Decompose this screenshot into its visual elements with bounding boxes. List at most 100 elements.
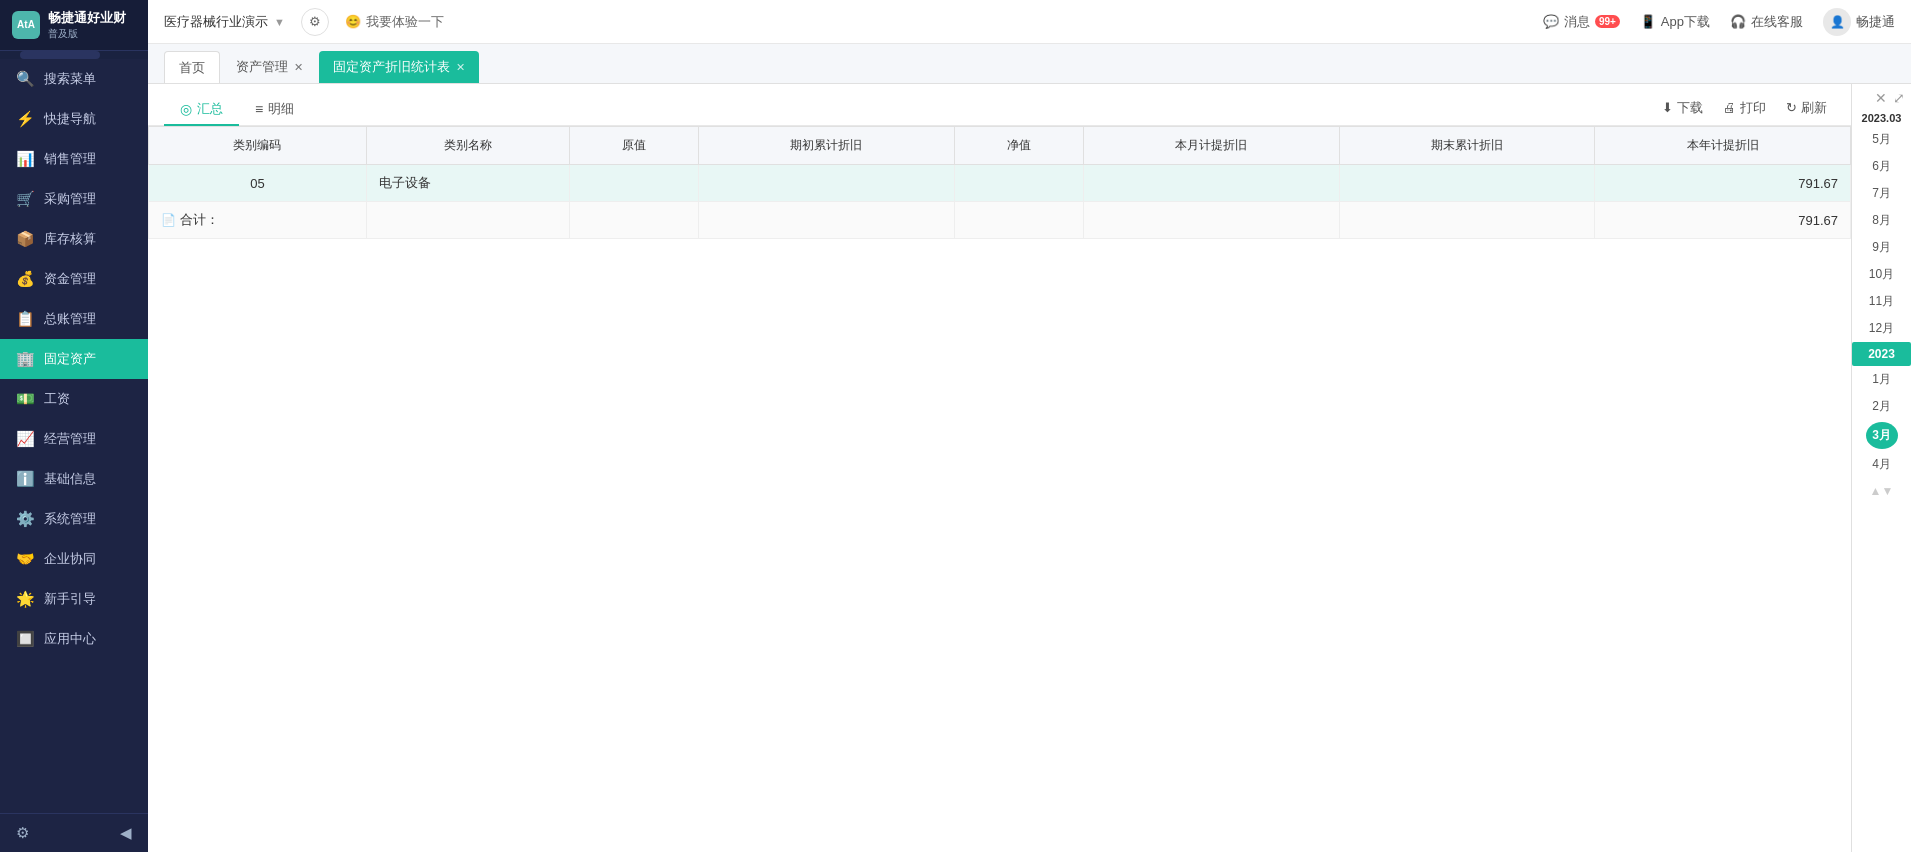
user-label: 畅捷通 [1856, 13, 1895, 31]
down-arrow-icon[interactable]: ▼ [1882, 484, 1894, 498]
depreciation-table: 类别编码 类别名称 原值 期初累计折旧 净值 本月计提折旧 期末累计折旧 本年计… [148, 126, 1851, 239]
ledger-icon: 📋 [16, 310, 34, 328]
col-original-value: 原值 [569, 127, 698, 165]
cell-name: 电子设备 [366, 165, 569, 202]
refresh-button[interactable]: ↻ 刷新 [1778, 95, 1835, 121]
inner-tab-summary[interactable]: ◎ 汇总 [164, 94, 239, 126]
collapse-icon[interactable]: ◀ [120, 824, 132, 842]
sidebar-label-basic-info: 基础信息 [44, 470, 96, 488]
sidebar-label-sales: 销售管理 [44, 150, 96, 168]
sidebar-label-operation: 经营管理 [44, 430, 96, 448]
month-8[interactable]: 8月 [1852, 207, 1911, 234]
month-3-selected[interactable]: 3月 [1866, 422, 1898, 449]
cell-yearly-depreciation: 791.67 [1595, 165, 1851, 202]
download-button[interactable]: ⬇ 下载 [1654, 95, 1711, 121]
sidebar: AtA 畅捷通好业财 普及版 🔍 搜索菜单 ⚡ 快捷导航 📊 销售管理 🛒 采购… [0, 0, 148, 852]
company-selector[interactable]: 医疗器械行业演示 ▼ [164, 13, 285, 31]
month-1[interactable]: 1月 [1852, 366, 1911, 393]
month-10[interactable]: 10月 [1852, 261, 1911, 288]
sidebar-item-inventory[interactable]: 📦 库存核算 [0, 219, 148, 259]
month-2[interactable]: 2月 [1852, 393, 1911, 420]
quick-nav-icon: ⚡ [16, 110, 34, 128]
online-service-button[interactable]: 🎧 在线客服 [1730, 13, 1803, 31]
up-arrow-icon[interactable]: ▲ [1870, 484, 1882, 498]
month-9[interactable]: 9月 [1852, 234, 1911, 261]
month-5[interactable]: 5月 [1852, 126, 1911, 153]
month-4-next[interactable]: 4月 [1852, 451, 1911, 478]
sidebar-label-inventory: 库存核算 [44, 230, 96, 248]
sidebar-item-guide[interactable]: 🌟 新手引导 [0, 579, 148, 619]
cell-net-value [954, 165, 1083, 202]
messages-badge: 99+ [1595, 15, 1620, 28]
month-11[interactable]: 11月 [1852, 288, 1911, 315]
table-row: 05 电子设备 791.67 [149, 165, 1851, 202]
subtotal-yearly-depreciation: 791.67 [1595, 202, 1851, 239]
fixed-assets-icon: 🏢 [16, 350, 34, 368]
messages-button[interactable]: 💬 消息 99+ [1543, 13, 1620, 31]
experience-button[interactable]: 😊 我要体验一下 [345, 13, 444, 31]
tab-asset-manage[interactable]: 资产管理 ✕ [222, 51, 317, 83]
tab-bar: 首页 资产管理 ✕ 固定资产折旧统计表 ✕ [148, 44, 1911, 84]
app-center-icon: 🔲 [16, 630, 34, 648]
detail-icon: ≡ [255, 101, 263, 117]
tab-asset-manage-close[interactable]: ✕ [294, 61, 303, 74]
inner-tabs: ◎ 汇总 ≡ 明细 ⬇ 下载 🖨 打印 [148, 84, 1851, 126]
company-arrow-icon: ▼ [274, 16, 285, 28]
sidebar-item-quick-nav[interactable]: ⚡ 快捷导航 [0, 99, 148, 139]
tab-depreciation-report[interactable]: 固定资产折旧统计表 ✕ [319, 51, 479, 83]
content-area: ◎ 汇总 ≡ 明细 ⬇ 下载 🖨 打印 [148, 84, 1851, 852]
sidebar-item-basic-info[interactable]: ℹ️ 基础信息 [0, 459, 148, 499]
guide-icon: 🌟 [16, 590, 34, 608]
date-panel-close-icon[interactable]: ✕ [1873, 88, 1889, 108]
col-code: 类别编码 [149, 127, 367, 165]
sidebar-item-search[interactable]: 🔍 搜索菜单 [0, 59, 148, 99]
topbar: 医疗器械行业演示 ▼ ⚙ 😊 我要体验一下 💬 消息 99+ 📱 App下载 🎧… [148, 0, 1911, 44]
date-panel-year: 2023.03 [1852, 108, 1911, 126]
topbar-settings-button[interactable]: ⚙ [301, 8, 329, 36]
download-icon: ⬇ [1662, 100, 1673, 115]
summary-icon: ◎ [180, 101, 192, 117]
print-button[interactable]: 🖨 打印 [1715, 95, 1774, 121]
sidebar-item-enterprise[interactable]: 🤝 企业协同 [0, 539, 148, 579]
month-7[interactable]: 7月 [1852, 180, 1911, 207]
year-2023[interactable]: 2023 [1852, 342, 1911, 366]
payroll-icon: 💵 [16, 390, 34, 408]
cell-ending-depreciation [1339, 165, 1595, 202]
cell-original-value [569, 165, 698, 202]
subtotal-label: 合计： [180, 212, 219, 227]
settings-footer-icon[interactable]: ⚙ [16, 824, 29, 842]
subtotal-net-value [954, 202, 1083, 239]
sidebar-item-finance[interactable]: 💰 资金管理 [0, 259, 148, 299]
user-button[interactable]: 👤 畅捷通 [1823, 8, 1895, 36]
tab-home[interactable]: 首页 [164, 51, 220, 83]
sidebar-item-system[interactable]: ⚙️ 系统管理 [0, 499, 148, 539]
date-panel-expand-icon[interactable]: ⤢ [1891, 88, 1907, 108]
inner-tab-detail[interactable]: ≡ 明细 [239, 94, 310, 126]
subtotal-original-value [569, 202, 698, 239]
sidebar-item-operation[interactable]: 📈 经营管理 [0, 419, 148, 459]
month-12[interactable]: 12月 [1852, 315, 1911, 342]
sidebar-item-purchase[interactable]: 🛒 采购管理 [0, 179, 148, 219]
inventory-icon: 📦 [16, 230, 34, 248]
sidebar-item-app-center[interactable]: 🔲 应用中心 [0, 619, 148, 659]
app-download-icon: 📱 [1640, 14, 1656, 29]
topbar-settings-icon: ⚙ [309, 14, 321, 29]
sidebar-label-purchase: 采购管理 [44, 190, 96, 208]
month-6[interactable]: 6月 [1852, 153, 1911, 180]
sidebar-item-sales[interactable]: 📊 销售管理 [0, 139, 148, 179]
app-download-button[interactable]: 📱 App下载 [1640, 13, 1710, 31]
experience-text: 我要体验一下 [366, 13, 444, 31]
tab-depreciation-label: 固定资产折旧统计表 [333, 58, 450, 76]
tab-depreciation-close[interactable]: ✕ [456, 61, 465, 74]
subtotal-icon-cell: 📄 合计： [149, 202, 367, 239]
summary-label: 汇总 [197, 100, 223, 118]
topbar-right: 💬 消息 99+ 📱 App下载 🎧 在线客服 👤 畅捷通 [1543, 8, 1895, 36]
tab-asset-manage-label: 资产管理 [236, 58, 288, 76]
sidebar-footer: ⚙ ◀ [0, 813, 148, 852]
sidebar-item-fixed-assets[interactable]: 🏢 固定资产 [0, 339, 148, 379]
sidebar-item-ledger[interactable]: 📋 总账管理 [0, 299, 148, 339]
date-panel-header: ✕ ⤢ [1852, 84, 1911, 108]
refresh-label: 刷新 [1801, 99, 1827, 117]
sidebar-item-payroll[interactable]: 💵 工资 [0, 379, 148, 419]
messages-icon: 💬 [1543, 14, 1559, 29]
